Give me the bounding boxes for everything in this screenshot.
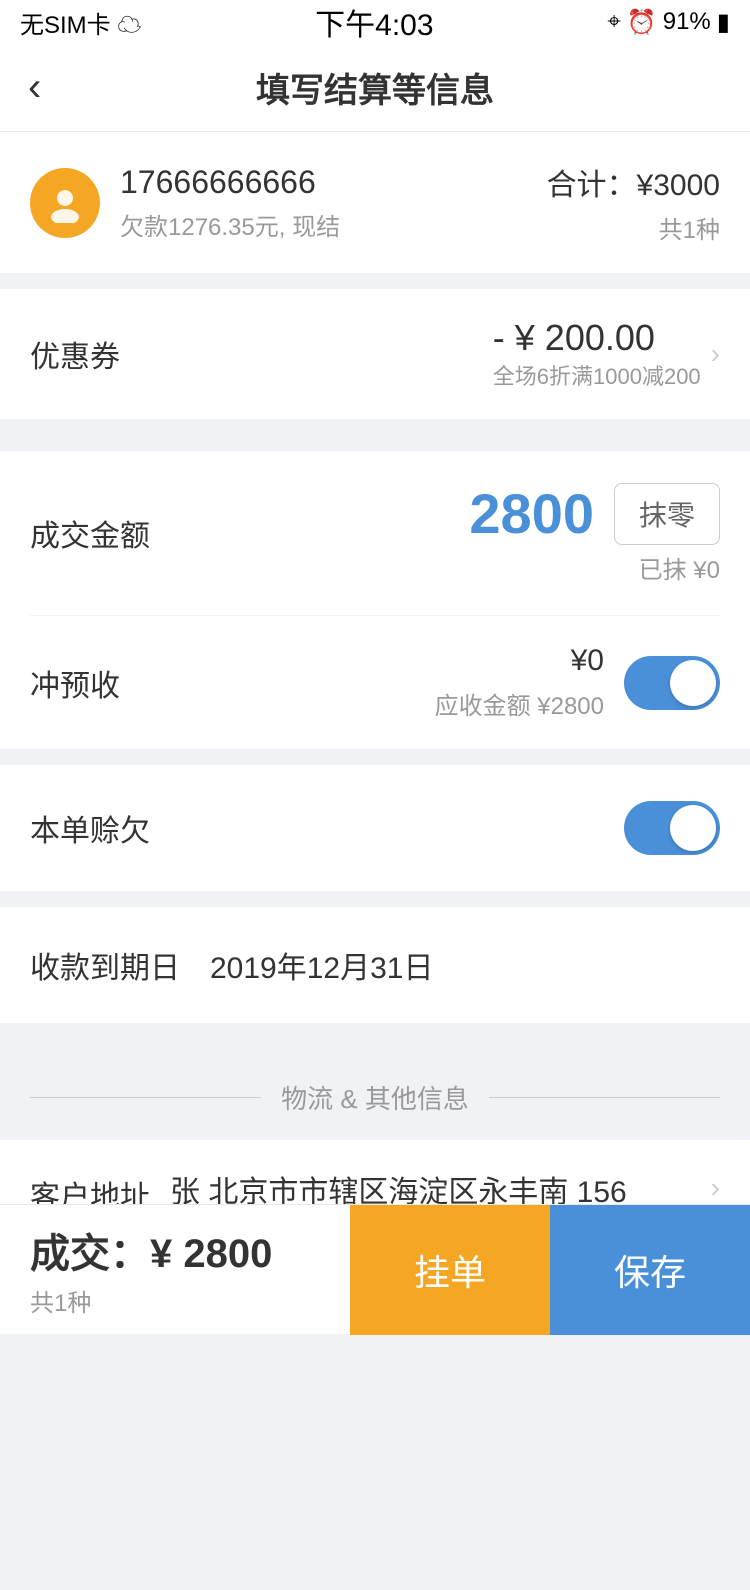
deal-amount-label: 成交金额 <box>30 511 150 555</box>
hang-button[interactable]: 挂单 <box>350 1205 550 1335</box>
deal-sub: 已抹 ¥0 <box>469 550 720 585</box>
bendi-row: 本单赊欠 <box>0 765 750 891</box>
duedate-row: 收款到期日 2019年12月31日 <box>0 907 750 1023</box>
logistics-text: 物流 & 其他信息 <box>281 1079 469 1116</box>
deal-section: 成交金额 2800 抹零 已抹 ¥0 冲预收 ¥0 应收金额 ¥2800 <box>0 451 750 749</box>
nav-bar: ‹ 填写结算等信息 <box>0 44 750 132</box>
coupon-right: - ¥ 200.00 全场6折满1000减200 › <box>493 317 720 391</box>
status-bar: 无SIM卡 ☁ 下午4:03 ⌖ ⏰ 91% ▮ <box>0 0 750 44</box>
chong-label: 冲预收 <box>30 661 120 705</box>
divider-line-left <box>30 1097 261 1098</box>
total-count: 共1种 <box>547 210 720 245</box>
save-button[interactable]: 保存 <box>550 1205 750 1335</box>
status-left: 无SIM卡 ☁ <box>20 5 141 40</box>
sim-status: 无SIM卡 ☁ <box>20 5 141 40</box>
bottom-deal: 成交：¥ 2800 <box>30 1221 320 1279</box>
deal-amount-right: 2800 抹零 <box>469 481 720 546</box>
bendi-label: 本单赊欠 <box>30 806 150 850</box>
customer-card: 17666666666 欠款1276.35元, 现结 合计：¥3000 共1种 <box>0 132 750 273</box>
page-title: 填写结算等信息 <box>256 63 494 112</box>
round-button[interactable]: 抹零 <box>614 483 720 545</box>
bottom-deal-amount: ¥ 2800 <box>150 1232 272 1276</box>
battery-icon: ▮ <box>717 8 730 37</box>
bottom-summary: 成交：¥ 2800 共1种 <box>0 1221 350 1318</box>
alarm-icon: ⏰ <box>627 8 657 37</box>
customer-sub: 欠款1276.35元, 现结 <box>120 207 340 242</box>
status-right: ⌖ ⏰ 91% ▮ <box>607 8 730 37</box>
customer-phone: 17666666666 <box>120 164 340 201</box>
total-amount: 合计：¥3000 <box>547 160 720 204</box>
address-chevron-icon: › <box>711 1172 720 1204</box>
location-icon: ⌖ <box>607 8 621 36</box>
divider-line-right <box>489 1097 720 1098</box>
chong-yushou-row: 冲预收 ¥0 应收金额 ¥2800 <box>30 616 720 749</box>
section-separator-3 <box>0 1039 750 1055</box>
logistics-divider: 物流 & 其他信息 <box>0 1055 750 1140</box>
coupon-row[interactable]: 优惠券 - ¥ 200.00 全场6折满1000减200 › <box>0 289 750 419</box>
avatar <box>30 168 100 238</box>
duedate-value: 2019年12月31日 <box>210 943 433 987</box>
content-area: 17666666666 欠款1276.35元, 现结 合计：¥3000 共1种 … <box>0 132 750 1590</box>
chong-right: ¥0 应收金额 ¥2800 <box>435 644 604 721</box>
chong-toggle[interactable] <box>624 656 720 710</box>
duedate-label: 收款到期日 <box>30 943 180 987</box>
back-button[interactable]: ‹ <box>28 65 41 110</box>
coupon-label: 优惠券 <box>30 332 120 376</box>
chong-amount: ¥0 <box>571 644 604 678</box>
coupon-discount: - ¥ 200.00 <box>493 317 701 359</box>
deal-amount-value: 2800 <box>469 481 594 546</box>
customer-info: 17666666666 欠款1276.35元, 现结 <box>120 164 340 242</box>
coupon-sub: 全场6折满1000减200 <box>493 359 701 391</box>
bottom-deal-label: 成交： <box>30 1232 150 1276</box>
customer-right: 合计：¥3000 共1种 <box>547 160 720 245</box>
status-time: 下午4:03 <box>315 0 433 44</box>
section-separator-2 <box>0 749 750 765</box>
customer-left: 17666666666 欠款1276.35元, 现结 <box>30 164 340 242</box>
section-separator-1 <box>0 435 750 451</box>
chevron-right-icon: › <box>711 338 720 370</box>
chong-sub: 应收金额 ¥2800 <box>435 686 604 721</box>
bottom-bar: 成交：¥ 2800 共1种 挂单 保存 <box>0 1204 750 1334</box>
bendi-toggle[interactable] <box>624 801 720 855</box>
bottom-count: 共1种 <box>30 1283 320 1318</box>
battery-level: 91% <box>663 8 711 36</box>
deal-amount-row: 成交金额 2800 抹零 已抹 ¥0 <box>30 451 720 616</box>
